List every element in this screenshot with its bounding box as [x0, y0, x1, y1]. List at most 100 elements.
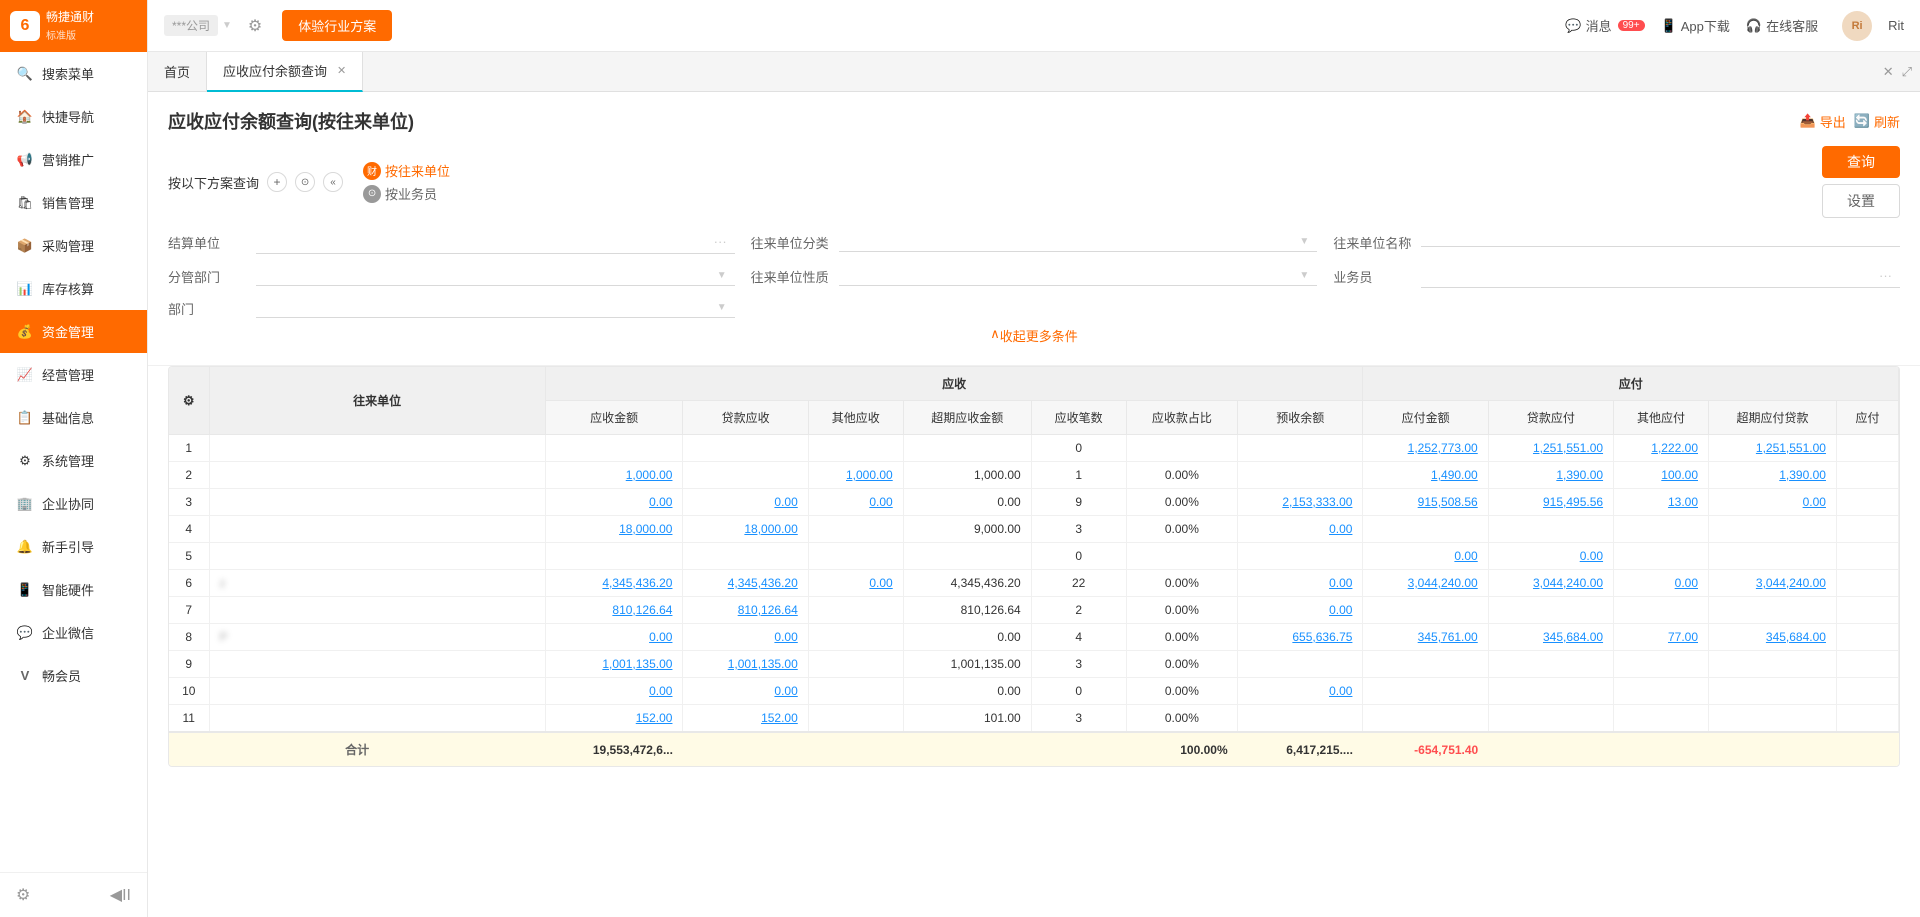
logo-icon: 6: [10, 11, 40, 41]
scheme-by-salesperson[interactable]: ⊙ 按业务员: [363, 184, 450, 203]
tabs: 首页 应收应付余额查询 ✕ ✕ ⤢: [148, 52, 1920, 92]
col-ar-other: 其他应收: [808, 401, 903, 435]
col-ar-ratio: 应收款占比: [1126, 401, 1237, 435]
filter-area: 按以下方案查询 + ⊙ « 财 按往来单位 ⊙ 按业务员: [148, 146, 1920, 366]
dept-input[interactable]: ▼: [256, 298, 735, 318]
sidebar-item-label: 资金管理: [42, 322, 94, 341]
sidebar-item-marketing[interactable]: 📢 营销推广: [0, 138, 147, 181]
settings-bottom-icon[interactable]: ⚙: [16, 885, 30, 905]
col-settings[interactable]: ⚙: [169, 367, 209, 435]
branch-dept-input[interactable]: ▼: [256, 266, 735, 286]
partner-category-input[interactable]: ▼: [839, 232, 1318, 252]
table-row: 5 0 0.00 0.00: [169, 543, 1899, 570]
tab-home[interactable]: 首页: [148, 52, 207, 92]
home-icon: 🏠: [16, 108, 34, 126]
row-partner: [209, 435, 545, 462]
system-icon: ⚙: [16, 452, 34, 470]
collapse-conditions-button[interactable]: ∧ 收起更多条件: [168, 318, 1900, 353]
filter-settings-button[interactable]: ⊙: [295, 172, 315, 192]
footer-ar-amount[interactable]: 19,553,472,6...: [545, 732, 683, 766]
sidebar-item-quick-nav[interactable]: 🏠 快捷导航: [0, 95, 147, 138]
basic-icon: 📋: [16, 409, 34, 427]
message-badge: 99+: [1618, 20, 1645, 31]
row-partner: [209, 516, 545, 543]
chevron-down-icon: ▼: [1299, 236, 1309, 247]
message-icon: 💬: [1565, 18, 1581, 34]
salesperson-input[interactable]: ···: [1421, 264, 1900, 288]
export-button[interactable]: 📤 导出: [1800, 112, 1846, 131]
marketing-icon: 📢: [16, 151, 34, 169]
purchase-icon: 📦: [16, 237, 34, 255]
sidebar-item-guide[interactable]: 🔔 新手引导: [0, 525, 147, 568]
app-download-button[interactable]: 📱 App下载: [1661, 16, 1730, 35]
scheme-partner-icon: 财: [363, 162, 381, 180]
table-settings-icon[interactable]: ⚙: [183, 393, 195, 408]
avatar[interactable]: Ri: [1842, 11, 1872, 41]
trial-industry-button[interactable]: 体验行业方案: [282, 10, 392, 41]
row-no: 8: [169, 624, 209, 651]
sidebar-item-inventory[interactable]: 📊 库存核算: [0, 267, 147, 310]
sidebar-item-label: 快捷导航: [42, 107, 94, 126]
sidebar-item-sales[interactable]: 🛍 销售管理: [0, 181, 147, 224]
breadcrumb-chevron: ▼: [222, 20, 232, 31]
settlement-unit-input[interactable]: ···: [256, 230, 735, 254]
row-no: 6: [169, 570, 209, 597]
row-no: 7: [169, 597, 209, 624]
breadcrumb-text: ***公司: [164, 15, 218, 36]
page-title: 应收应付余额查询(按往来单位): [168, 108, 414, 134]
dots-icon: ···: [714, 234, 727, 249]
scheme-by-partner[interactable]: 财 按往来单位: [363, 161, 450, 180]
sidebar-item-label: 企业微信: [42, 623, 94, 642]
export-icon: 📤: [1800, 113, 1816, 129]
topbar-gear-icon[interactable]: ⚙: [248, 16, 262, 36]
sidebar-item-wechat[interactable]: 💬 企业微信: [0, 611, 147, 654]
sidebar-item-search-menu[interactable]: 🔍 搜索菜单: [0, 52, 147, 95]
filter-add-button[interactable]: +: [267, 172, 287, 192]
refresh-button[interactable]: 🔄 刷新: [1854, 112, 1900, 131]
col-ar-loan: 贷款应收: [683, 401, 808, 435]
footer-ap-col: [1836, 732, 1898, 766]
collapse-icon[interactable]: ◀II: [110, 885, 131, 905]
sidebar-item-enterprise[interactable]: 🏢 企业协同: [0, 482, 147, 525]
main-area: ***公司 ▼ ⚙ 体验行业方案 💬 消息 99+ 📱 App下载 🎧 在线客服…: [148, 0, 1920, 917]
filter-partner-name: 往来单位名称: [1333, 233, 1900, 252]
table-row: 8 P 0.00 0.00 0.00 4 0.00% 655,636.75 34…: [169, 624, 1899, 651]
window-max-icon[interactable]: ⤢: [1902, 64, 1912, 80]
filter-collapse-button[interactable]: «: [323, 172, 343, 192]
online-service-button[interactable]: 🎧 在线客服: [1746, 16, 1818, 35]
window-close-icon[interactable]: ✕: [1883, 64, 1894, 80]
footer-ar-ratio: 100.00%: [1126, 732, 1237, 766]
sidebar-item-purchase[interactable]: 📦 采购管理: [0, 224, 147, 267]
page-header: 应收应付余额查询(按往来单位) 📤 导出 🔄 刷新: [148, 92, 1920, 146]
guide-icon: 🔔: [16, 538, 34, 556]
filter-settings-btn[interactable]: 设置: [1822, 184, 1900, 218]
row-no: 3: [169, 489, 209, 516]
sidebar-item-member[interactable]: V 畅会员: [0, 654, 147, 697]
row-no: 1: [169, 435, 209, 462]
sidebar-item-operation[interactable]: 📈 经营管理: [0, 353, 147, 396]
sidebar-item-finance[interactable]: 💰 资金管理: [0, 310, 147, 353]
footer-ap-loan: [1488, 732, 1613, 766]
salesperson-label: 业务员: [1333, 267, 1413, 286]
col-ar-prepay: 预收余额: [1238, 401, 1363, 435]
tab-receivable[interactable]: 应收应付余额查询 ✕: [207, 52, 363, 92]
message-button[interactable]: 💬 消息 99+: [1565, 16, 1644, 35]
query-button[interactable]: 查询: [1822, 146, 1900, 178]
partner-nature-input[interactable]: ▼: [839, 266, 1318, 286]
sidebar-item-basic[interactable]: 📋 基础信息: [0, 396, 147, 439]
row-partner: [209, 543, 545, 570]
table-wrap[interactable]: ⚙ 往来单位 应收 应付 应收金额 贷款应收 其他应收 超期应收金额 应收笔数: [168, 366, 1900, 767]
footer-ar-prepay[interactable]: 6,417,215....: [1238, 732, 1363, 766]
partner-name-input[interactable]: [1421, 238, 1900, 247]
enterprise-icon: 🏢: [16, 495, 34, 513]
table-row: 2 1,000.00 1,000.00 1,000.00 1 0.00% 1,4…: [169, 462, 1899, 489]
username: Rit: [1888, 18, 1904, 33]
sidebar-item-system[interactable]: ⚙ 系统管理: [0, 439, 147, 482]
branch-dept-label: 分管部门: [168, 267, 248, 286]
col-ap-loan: 贷款应付: [1488, 401, 1613, 435]
row-no: 4: [169, 516, 209, 543]
sidebar-item-hardware[interactable]: 📱 智能硬件: [0, 568, 147, 611]
filter-salesperson: 业务员 ···: [1333, 264, 1900, 288]
operation-icon: 📈: [16, 366, 34, 384]
tab-close-icon[interactable]: ✕: [337, 64, 346, 77]
